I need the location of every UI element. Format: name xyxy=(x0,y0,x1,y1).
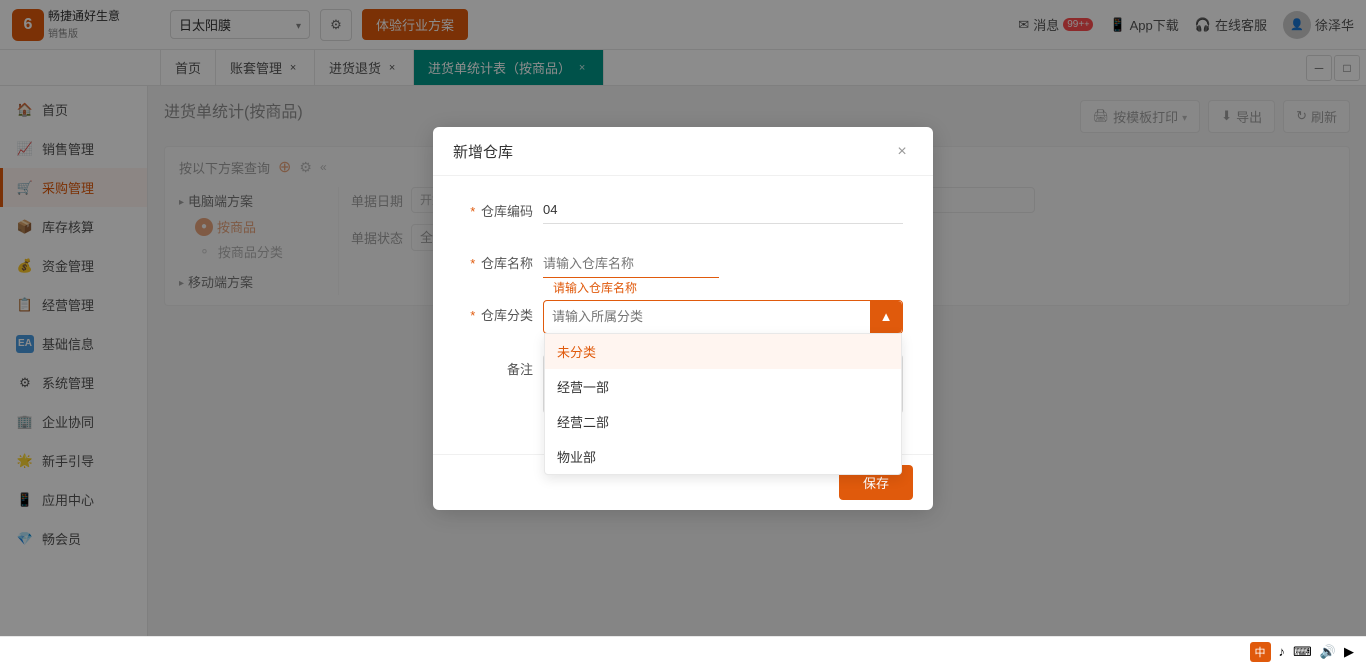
name-input[interactable] xyxy=(543,250,719,278)
category-label: * 仓库分类 xyxy=(463,300,543,332)
form-row-code: * 仓库编码 xyxy=(463,196,903,228)
code-label: * 仓库编码 xyxy=(463,196,543,228)
category-input-wrap: ▲ 未分类 经营一部 经营二部 物业部 xyxy=(543,300,903,334)
category-dropdown: 未分类 经营一部 经营二部 物业部 xyxy=(544,333,902,475)
volume-icon: 🔊 xyxy=(1320,644,1336,660)
code-input[interactable] xyxy=(543,196,903,224)
status-bar: 中 ♪ ⌨ 🔊 ▶ xyxy=(0,636,1366,666)
keyboard-icon: ⌨ xyxy=(1293,644,1312,660)
dropdown-item-dept1[interactable]: 经营一部 xyxy=(545,369,901,404)
play-icon: ▶ xyxy=(1344,644,1354,660)
dropdown-item-dept3[interactable]: 物业部 xyxy=(545,439,901,474)
name-label: * 仓库名称 xyxy=(463,248,543,280)
form-row-name: * 仓库名称 请输入仓库名称 xyxy=(463,248,903,280)
sound-icon: ♪ xyxy=(1279,644,1286,659)
dialog-body: * 仓库编码 * 仓库名称 请输入仓库名称 xyxy=(433,176,933,454)
lang-icon: 中 xyxy=(1250,642,1271,662)
dropdown-item-uncategorized[interactable]: 未分类 xyxy=(545,334,901,369)
dialog-header: 新增仓库 × xyxy=(433,127,933,176)
dialog-close-btn[interactable]: × xyxy=(891,141,913,163)
add-warehouse-dialog: 新增仓库 × * 仓库编码 * 仓库名称 xyxy=(433,127,933,510)
dialog-title: 新增仓库 xyxy=(453,141,513,162)
remark-label: 备注 xyxy=(463,354,543,386)
category-arrow-btn[interactable]: ▲ xyxy=(870,301,902,333)
form-row-category: * 仓库分类 ▲ 未分类 经营一部 经营二部 物业部 xyxy=(463,300,903,334)
status-icons: 中 ♪ ⌨ 🔊 ▶ xyxy=(1250,642,1354,662)
dialog-overlay: 新增仓库 × * 仓库编码 * 仓库名称 xyxy=(0,0,1366,636)
dropdown-item-dept2[interactable]: 经营二部 xyxy=(545,404,901,439)
name-error-msg: 请输入仓库名称 xyxy=(553,279,637,296)
category-input[interactable] xyxy=(544,303,870,330)
